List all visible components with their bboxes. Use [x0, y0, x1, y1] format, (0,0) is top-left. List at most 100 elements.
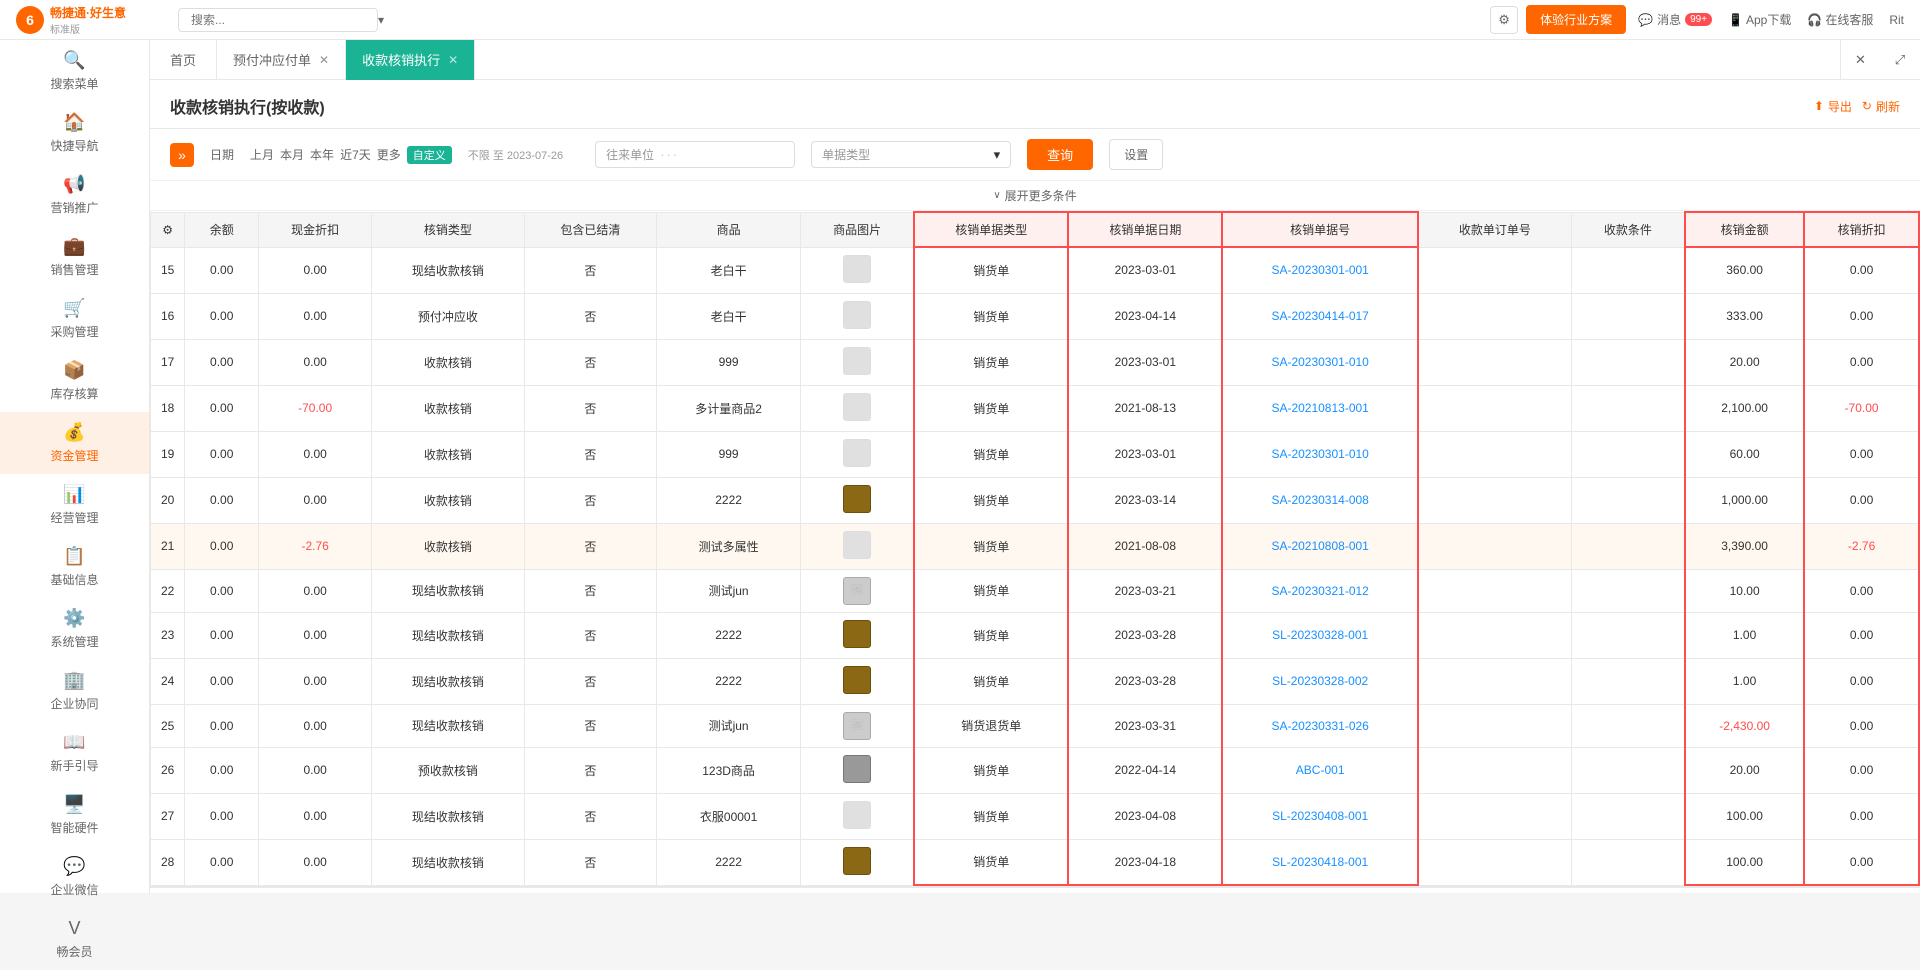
table-row: 250.000.00现结收款核销否测试jun🖼销货退货单2023-03-31SA… [151, 704, 1920, 747]
sidebar-item-member[interactable]: V 畅会员 [0, 908, 149, 970]
export-button[interactable]: ⬆ 导出 [1814, 98, 1852, 115]
date-last-month[interactable]: 上月 [250, 146, 274, 163]
gear-button[interactable]: ⚙ [1490, 6, 1518, 34]
cell-goods-img [800, 612, 914, 658]
tab-bar-expand-button[interactable]: ⤢ [1880, 40, 1920, 80]
cell-writeoff-bill-no[interactable]: SL-20230328-002 [1222, 658, 1418, 704]
cell-writeoff-bill-no[interactable]: SA-20230301-001 [1222, 247, 1418, 293]
bill-no-link[interactable]: SA-20230414-017 [1271, 309, 1368, 323]
sidebar-item-marketing[interactable]: 📢 营销推广 [0, 164, 149, 226]
tab-home[interactable]: 首页 [150, 40, 217, 80]
export-icon: ⬆ [1814, 99, 1824, 113]
sidebar-item-basic-info[interactable]: 📋 基础信息 [0, 536, 149, 598]
cell-num: 26 [151, 747, 185, 793]
tab-collect-close-icon[interactable]: ✕ [448, 53, 458, 67]
th-settings[interactable]: ⚙ [151, 212, 185, 247]
bill-no-link[interactable]: SL-20230328-002 [1272, 674, 1368, 688]
cell-goods: 2222 [657, 658, 801, 704]
page-actions: ⬆ 导出 ↻ 刷新 [1814, 98, 1900, 115]
cell-goods: 老白干 [657, 293, 801, 339]
sidebar-item-enterprise[interactable]: 🏢 企业协同 [0, 660, 149, 722]
bill-no-link[interactable]: SL-20230328-001 [1272, 628, 1368, 642]
bill-type-select[interactable]: 单据类型 ▾ [811, 141, 1011, 168]
bill-no-link[interactable]: SA-20230321-012 [1271, 584, 1368, 598]
cell-writeoff-bill-no[interactable]: SA-20230301-010 [1222, 339, 1418, 385]
cell-writeoff-bill-no[interactable]: SL-20230408-001 [1222, 793, 1418, 839]
cell-num: 25 [151, 704, 185, 747]
date-7days[interactable]: 近7天 [340, 146, 371, 163]
date-this-year[interactable]: 本年 [310, 146, 334, 163]
sidebar-item-sales[interactable]: 💼 销售管理 [0, 226, 149, 288]
sidebar-item-purchase[interactable]: 🛒 采购管理 [0, 288, 149, 350]
filter-expand-button[interactable]: » [170, 143, 194, 167]
bill-no-link[interactable]: SA-20230301-010 [1271, 355, 1368, 369]
date-this-month[interactable]: 本月 [280, 146, 304, 163]
tab-collect[interactable]: 收款核销执行 ✕ [346, 40, 475, 80]
cell-num: 16 [151, 293, 185, 339]
bill-no-link[interactable]: ABC-001 [1296, 763, 1345, 777]
message-button[interactable]: 💬 消息 99+ [1638, 11, 1712, 28]
sidebar-item-finance[interactable]: 💰 资金管理 [0, 412, 149, 474]
refresh-button[interactable]: ↻ 刷新 [1862, 98, 1900, 115]
cell-goods-img [800, 431, 914, 477]
bill-no-link[interactable]: SA-20230301-001 [1271, 263, 1368, 277]
bill-no-link[interactable]: SA-20230301-010 [1271, 447, 1368, 461]
bill-no-link[interactable]: SL-20230418-001 [1272, 855, 1368, 869]
settings-button[interactable]: 设置 [1109, 139, 1163, 170]
cell-writeoff-discount: 0.00 [1804, 293, 1919, 339]
cell-writeoff-bill-no[interactable]: SA-20210813-001 [1222, 385, 1418, 431]
cell-writeoff-bill-type: 销货单 [914, 247, 1068, 293]
bill-no-link[interactable]: SA-20210813-001 [1271, 401, 1368, 415]
cell-num: 19 [151, 431, 185, 477]
sidebar-item-quick-nav[interactable]: 🏠 快捷导航 [0, 102, 149, 164]
cell-writeoff-bill-no[interactable]: SL-20230418-001 [1222, 839, 1418, 885]
cell-writeoff-bill-no[interactable]: SA-20230301-010 [1222, 431, 1418, 477]
sidebar-item-operations[interactable]: 📊 经营管理 [0, 474, 149, 536]
cell-writeoff-bill-no[interactable]: SA-20230314-008 [1222, 477, 1418, 523]
sidebar-item-inventory[interactable]: 📦 库存核算 [0, 350, 149, 412]
cell-writeoff-bill-no[interactable]: SA-20230331-026 [1222, 704, 1418, 747]
bill-no-link[interactable]: SA-20230314-008 [1271, 493, 1368, 507]
table-row: 230.000.00现结收款核销否2222销货单2023-03-28SL-202… [151, 612, 1920, 658]
cell-writeoff-bill-no[interactable]: SA-20230414-017 [1222, 293, 1418, 339]
expand-conditions-bar[interactable]: ∨ 展开更多条件 [150, 181, 1920, 211]
bill-no-link[interactable]: SA-20230331-026 [1271, 719, 1368, 733]
cell-cash-discount: 0.00 [259, 431, 372, 477]
bill-no-link[interactable]: SA-20210808-001 [1271, 539, 1368, 553]
cell-balance: 0.00 [185, 612, 259, 658]
sidebar-item-search-menu[interactable]: 🔍 搜索菜单 [0, 40, 149, 102]
cell-cash-discount: 0.00 [259, 247, 372, 293]
cell-writeoff-bill-date: 2021-08-13 [1068, 385, 1222, 431]
cell-writeoff-bill-no[interactable]: SA-20210808-001 [1222, 523, 1418, 569]
tab-bar-close-button[interactable]: ✕ [1840, 40, 1880, 80]
cell-goods: 测试jun [657, 704, 801, 747]
bill-no-link[interactable]: SL-20230408-001 [1272, 809, 1368, 823]
tab-prepay-close-icon[interactable]: ✕ [319, 53, 329, 67]
date-custom[interactable]: 自定义 [407, 146, 452, 164]
sidebar-item-smart-hw[interactable]: 🖥️ 智能硬件 [0, 784, 149, 846]
sidebar-item-system[interactable]: ⚙️ 系统管理 [0, 598, 149, 660]
cell-writeoff-bill-no[interactable]: SL-20230328-001 [1222, 612, 1418, 658]
online-service-button[interactable]: 🎧 在线客服 [1807, 11, 1873, 28]
cell-writeoff-amount: 100.00 [1685, 839, 1804, 885]
finance-icon: 💰 [63, 422, 85, 443]
query-button[interactable]: 查询 [1027, 139, 1093, 170]
cell-collect-order-no [1418, 477, 1571, 523]
date-more[interactable]: 更多 [377, 146, 401, 163]
operations-icon: 📊 [63, 484, 85, 505]
cell-writeoff-bill-no[interactable]: SA-20230321-012 [1222, 569, 1418, 612]
th-collect-condition: 收款条件 [1571, 212, 1685, 247]
app-download-button[interactable]: 📱 App下载 [1728, 11, 1791, 28]
cell-collect-condition [1571, 431, 1685, 477]
trial-button[interactable]: 体验行业方案 [1526, 5, 1626, 34]
cell-writeoff-bill-date: 2023-03-28 [1068, 658, 1222, 704]
cell-writeoff-bill-type: 销货单 [914, 658, 1068, 704]
sidebar-item-wechat[interactable]: 💬 企业微信 [0, 846, 149, 908]
tab-prepay[interactable]: 预付冲应付单 ✕ [217, 40, 346, 80]
cell-collect-order-no [1418, 523, 1571, 569]
cell-writeoff-bill-no[interactable]: ABC-001 [1222, 747, 1418, 793]
sidebar-item-newbie[interactable]: 📖 新手引导 [0, 722, 149, 784]
cell-writeoff-type: 现结收款核销 [372, 704, 524, 747]
partner-input[interactable]: 往来单位 ··· [595, 141, 795, 168]
search-input[interactable] [178, 8, 378, 32]
